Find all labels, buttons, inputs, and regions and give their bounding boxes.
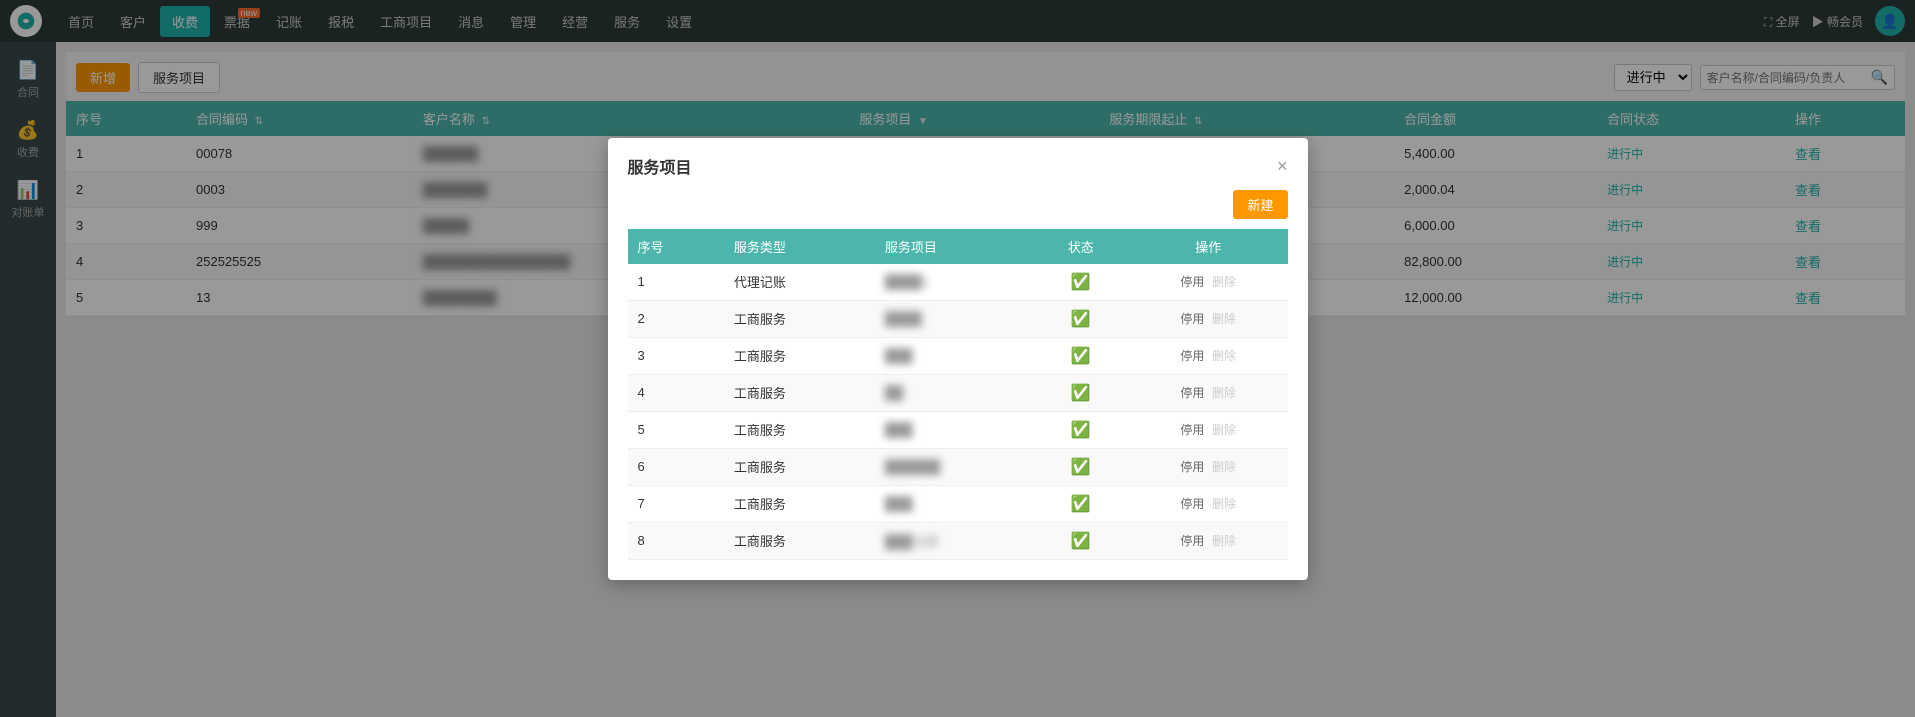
service-col-status: 状态 bbox=[1033, 229, 1129, 264]
service-col-item: 服务项目 bbox=[875, 229, 1033, 264]
service-cell-no: 7 bbox=[628, 485, 724, 522]
status-check-icon: ✅ bbox=[1071, 496, 1091, 513]
service-cell-no: 2 bbox=[628, 300, 724, 337]
modal-title: 服务项目 bbox=[628, 154, 692, 178]
delete-button[interactable]: 删除 bbox=[1212, 273, 1236, 290]
service-cell-type: 工商服务 bbox=[724, 300, 875, 337]
delete-button[interactable]: 删除 bbox=[1212, 384, 1236, 401]
delete-button[interactable]: 删除 bbox=[1212, 347, 1236, 364]
stop-button[interactable]: 停用 bbox=[1180, 384, 1204, 401]
status-check-icon: ✅ bbox=[1071, 533, 1091, 550]
service-table: 序号 服务类型 服务项目 状态 操作 1 代理记账 ████1 ✅ bbox=[628, 229, 1288, 560]
service-cell-no: 4 bbox=[628, 374, 724, 411]
service-cell-action: 停用 删除 bbox=[1129, 485, 1288, 522]
modal-body: 序号 服务类型 服务项目 状态 操作 1 代理记账 ████1 ✅ bbox=[608, 229, 1308, 580]
service-cell-item: ██ bbox=[875, 374, 1033, 411]
service-cell-status: ✅ bbox=[1033, 485, 1129, 522]
service-cell-type: 代理记账 bbox=[724, 264, 875, 301]
service-cell-item: ███注册 bbox=[875, 522, 1033, 559]
status-check-icon: ✅ bbox=[1071, 385, 1091, 402]
service-cell-item: ███ bbox=[875, 485, 1033, 522]
stop-button[interactable]: 停用 bbox=[1180, 495, 1204, 512]
modal-close-button[interactable]: × bbox=[1277, 157, 1288, 175]
delete-button[interactable]: 删除 bbox=[1212, 495, 1236, 512]
service-cell-type: 工商服务 bbox=[724, 411, 875, 448]
service-modal: 服务项目 × 新建 序号 服务类型 服务项目 状态 bbox=[608, 138, 1308, 580]
status-check-icon: ✅ bbox=[1071, 311, 1091, 328]
service-table-row: 8 工商服务 ███注册 ✅ 停用 删除 bbox=[628, 522, 1288, 559]
service-cell-action: 停用 删除 bbox=[1129, 374, 1288, 411]
stop-button[interactable]: 停用 bbox=[1180, 458, 1204, 475]
service-cell-action: 停用 删除 bbox=[1129, 264, 1288, 301]
status-check-icon: ✅ bbox=[1071, 422, 1091, 439]
service-cell-type: 工商服务 bbox=[724, 374, 875, 411]
status-check-icon: ✅ bbox=[1071, 348, 1091, 365]
delete-button[interactable]: 删除 bbox=[1212, 310, 1236, 327]
stop-button[interactable]: 停用 bbox=[1180, 347, 1204, 364]
service-cell-status: ✅ bbox=[1033, 264, 1129, 301]
service-cell-item: ██████ bbox=[875, 448, 1033, 485]
main-layout: 📄 合同 💰 收费 📊 对账单 新增 服务项目 进行中 已完成 已取消 bbox=[0, 42, 1915, 717]
service-table-row: 1 代理记账 ████1 ✅ 停用 删除 bbox=[628, 264, 1288, 301]
service-cell-status: ✅ bbox=[1033, 337, 1129, 374]
service-cell-item: ████ bbox=[875, 300, 1033, 337]
service-table-row: 3 工商服务 ███ ✅ 停用 删除 bbox=[628, 337, 1288, 374]
service-col-action: 操作 bbox=[1129, 229, 1288, 264]
service-cell-status: ✅ bbox=[1033, 300, 1129, 337]
service-cell-no: 8 bbox=[628, 522, 724, 559]
service-table-row: 4 工商服务 ██ ✅ 停用 删除 bbox=[628, 374, 1288, 411]
service-cell-status: ✅ bbox=[1033, 448, 1129, 485]
service-cell-status: ✅ bbox=[1033, 374, 1129, 411]
service-table-row: 5 工商服务 ███ ✅ 停用 删除 bbox=[628, 411, 1288, 448]
service-cell-no: 5 bbox=[628, 411, 724, 448]
stop-button[interactable]: 停用 bbox=[1180, 273, 1204, 290]
stop-button[interactable]: 停用 bbox=[1180, 310, 1204, 327]
service-cell-action: 停用 删除 bbox=[1129, 300, 1288, 337]
service-table-row: 7 工商服务 ███ ✅ 停用 删除 bbox=[628, 485, 1288, 522]
modal-toolbar: 新建 bbox=[608, 190, 1308, 229]
main-content: 新增 服务项目 进行中 已完成 已取消 🔍 bbox=[56, 42, 1915, 717]
service-cell-type: 工商服务 bbox=[724, 522, 875, 559]
service-cell-action: 停用 删除 bbox=[1129, 448, 1288, 485]
service-table-row: 6 工商服务 ██████ ✅ 停用 删除 bbox=[628, 448, 1288, 485]
modal-overlay[interactable]: 服务项目 × 新建 序号 服务类型 服务项目 状态 bbox=[56, 42, 1915, 717]
service-cell-no: 1 bbox=[628, 264, 724, 301]
delete-button[interactable]: 删除 bbox=[1212, 532, 1236, 549]
service-cell-no: 3 bbox=[628, 337, 724, 374]
service-cell-item: ███ bbox=[875, 337, 1033, 374]
service-cell-status: ✅ bbox=[1033, 522, 1129, 559]
service-cell-item: ███ bbox=[875, 411, 1033, 448]
service-cell-status: ✅ bbox=[1033, 411, 1129, 448]
service-cell-action: 停用 删除 bbox=[1129, 337, 1288, 374]
delete-button[interactable]: 删除 bbox=[1212, 421, 1236, 438]
service-table-row: 2 工商服务 ████ ✅ 停用 删除 bbox=[628, 300, 1288, 337]
stop-button[interactable]: 停用 bbox=[1180, 421, 1204, 438]
status-check-icon: ✅ bbox=[1071, 274, 1091, 291]
service-col-no: 序号 bbox=[628, 229, 724, 264]
delete-button[interactable]: 删除 bbox=[1212, 458, 1236, 475]
service-cell-action: 停用 删除 bbox=[1129, 411, 1288, 448]
service-cell-type: 工商服务 bbox=[724, 485, 875, 522]
service-cell-type: 工商服务 bbox=[724, 337, 875, 374]
service-header-row: 序号 服务类型 服务项目 状态 操作 bbox=[628, 229, 1288, 264]
stop-button[interactable]: 停用 bbox=[1180, 532, 1204, 549]
status-check-icon: ✅ bbox=[1071, 459, 1091, 476]
service-cell-no: 6 bbox=[628, 448, 724, 485]
modal-header: 服务项目 × bbox=[608, 138, 1308, 190]
service-cell-type: 工商服务 bbox=[724, 448, 875, 485]
service-cell-item: ████1 bbox=[875, 264, 1033, 301]
modal-new-button[interactable]: 新建 bbox=[1233, 190, 1287, 219]
service-col-type: 服务类型 bbox=[724, 229, 875, 264]
service-cell-action: 停用 删除 bbox=[1129, 522, 1288, 559]
